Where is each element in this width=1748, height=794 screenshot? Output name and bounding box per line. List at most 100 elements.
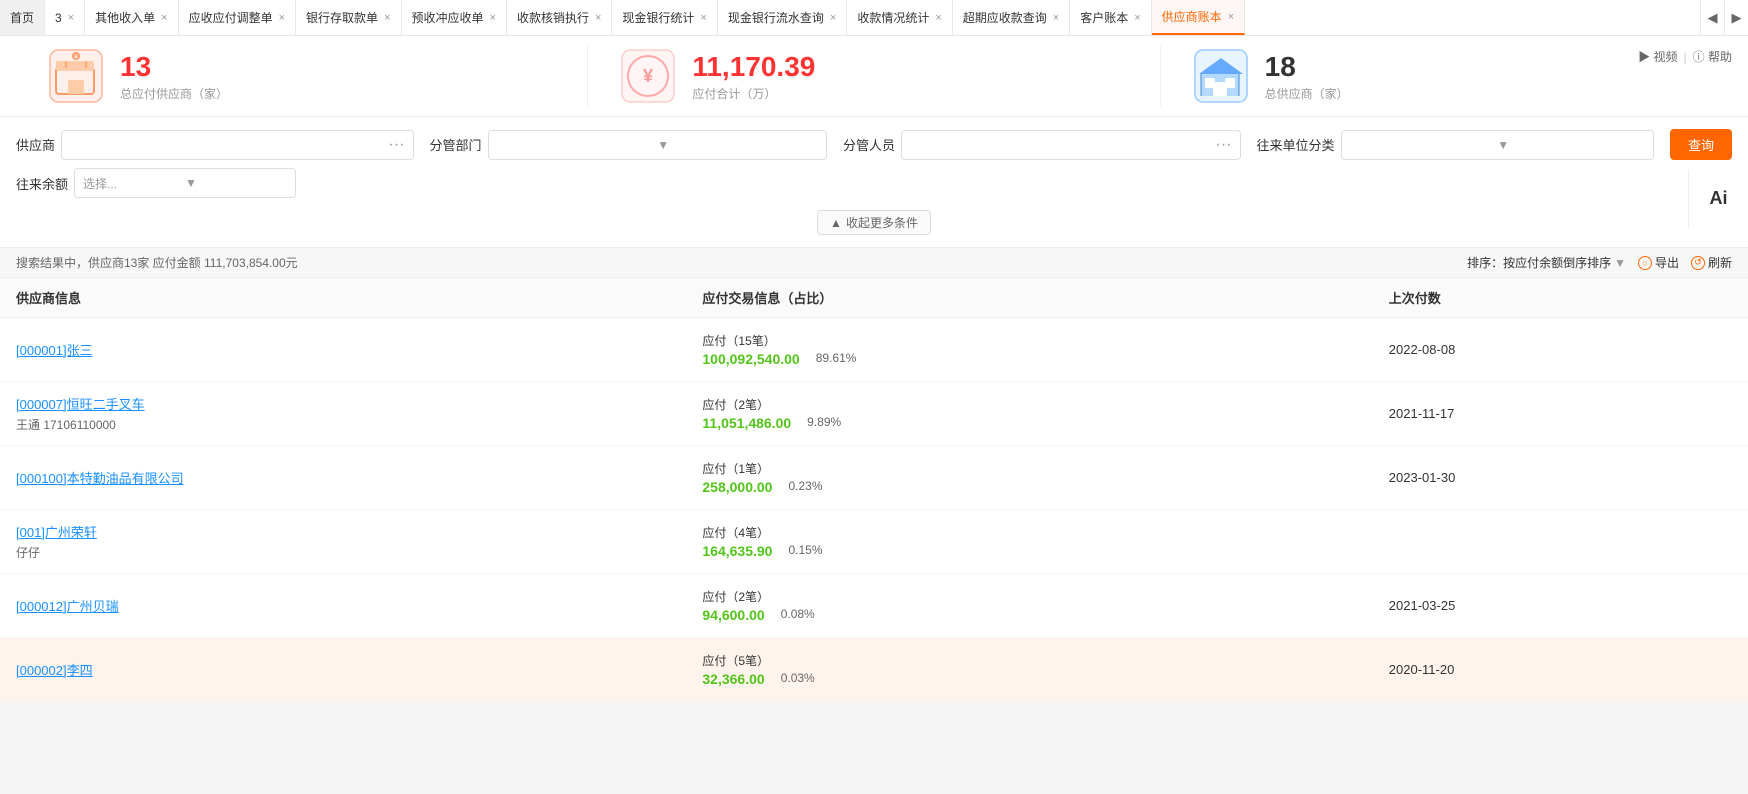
dept-select-wrap[interactable]: ▼ xyxy=(488,130,827,160)
supplier-dots-icon[interactable]: ··· xyxy=(389,136,405,154)
tx-amount-3[interactable]: 164,635.90 xyxy=(702,543,772,559)
refresh-circle-icon: ↺ xyxy=(1691,256,1705,270)
nav-tab-close-supplier-ledger[interactable]: × xyxy=(1228,11,1234,23)
nav-tab-label-ar-ap-adjust: 应收应付调整单 xyxy=(189,9,273,26)
query-button[interactable]: 查询 xyxy=(1670,129,1732,160)
supplier-sub-1: 王通 17106110000 xyxy=(16,416,702,433)
export-label: 导出 xyxy=(1655,254,1679,271)
tx-cell-3: 应付（4笔）164,635.900.15% xyxy=(702,524,1388,559)
nav-tab-other-income[interactable]: 其他收入单× xyxy=(85,0,178,35)
supplier-name-1[interactable]: [000007]恒旺二手叉车 xyxy=(16,394,702,413)
stat1-label: 总应付供应商（家） xyxy=(120,85,228,102)
supplier-name-3[interactable]: [001]广州荣轩 xyxy=(16,522,702,541)
col-last-pay: 上次付数 xyxy=(1389,288,1732,307)
nav-tab-supplier-ledger[interactable]: 供应商账本 × xyxy=(1152,0,1245,35)
nav-tab-close-receipt-stat[interactable]: × xyxy=(935,12,941,24)
collapse-btn[interactable]: ▲ 收起更多条件 xyxy=(817,210,931,235)
svg-text:¥: ¥ xyxy=(643,66,653,86)
nav-tab-cash-flow-query[interactable]: 现金银行流水查询 × xyxy=(718,0,847,35)
refresh-label: 刷新 xyxy=(1708,254,1732,271)
nav-tab-receipt-stat[interactable]: 收款情况统计× xyxy=(847,0,952,35)
person-label: 分管人员 xyxy=(843,135,895,154)
nav-tab-close-cash-flow-query[interactable]: × xyxy=(830,12,836,24)
nav-tab-close-prepay-offset[interactable]: × xyxy=(490,12,496,24)
nav-arrow-left[interactable]: ◀ xyxy=(1700,0,1724,36)
nav-tab-label-cash-flow-query: 现金银行流水查询 xyxy=(728,9,824,26)
stat3-content: 18 总供应商（家） xyxy=(1265,50,1349,103)
nav-tab-cash-bank-stat[interactable]: 现金银行统计× xyxy=(612,0,717,35)
nav-tab-close-cash-bank-stat[interactable]: × xyxy=(700,12,706,24)
ai-label: Ai xyxy=(1710,188,1728,209)
tx-label-0: 应付（15笔） xyxy=(702,332,1388,349)
supplier-icon: ¥ xyxy=(46,46,106,106)
table-area: 供应商信息 应付交易信息（占比） 上次付数 [000001]张三应付（15笔）1… xyxy=(0,278,1748,702)
header-links: ▶ 视频 | ⓘ 帮助 xyxy=(1638,48,1732,65)
nav-tab-customer-ledger[interactable]: 客户账本 × xyxy=(1070,0,1151,35)
top-nav: 首页3×其他收入单×应收应付调整单×银行存取款单×预收冲应收单×收款核销执行×现… xyxy=(0,0,1748,36)
nav-tab-prepay-offset[interactable]: 预收冲应收单× xyxy=(402,0,507,35)
tx-amount-1[interactable]: 11,051,486.00 xyxy=(702,415,791,431)
supplier-cell-3: [001]广州荣轩仔仔 xyxy=(16,522,702,561)
table-row: [000001]张三应付（15笔）100,092,540.0089.61%202… xyxy=(0,318,1748,382)
nav-tab-overdue-ar[interactable]: 超期应收款查询 × xyxy=(953,0,1070,35)
supplier-name-0[interactable]: [000001]张三 xyxy=(16,340,702,359)
category-select-wrap[interactable]: ▼ xyxy=(1341,130,1654,160)
category-arrow-icon: ▼ xyxy=(1497,138,1645,152)
nav-tab-home[interactable]: 首页 xyxy=(0,0,45,35)
supplier-name-5[interactable]: [000002]李四 xyxy=(16,660,702,679)
nav-tab-label-overdue-ar: 超期应收款查询 xyxy=(963,9,1047,26)
nav-tab-close-tab3[interactable]: × xyxy=(68,12,74,24)
nav-tab-ar-ap-adjust[interactable]: 应收应付调整单 × xyxy=(179,0,296,35)
nav-tab-tab3[interactable]: 3× xyxy=(45,0,85,35)
last-pay-cell-4: 2021-03-25 xyxy=(1389,598,1732,613)
nav-arrow-right[interactable]: ▶ xyxy=(1724,0,1748,36)
supplier-name-4[interactable]: [000012]广州贝瑞 xyxy=(16,596,702,615)
table-row: [001]广州荣轩仔仔应付（4笔）164,635.900.15% xyxy=(0,510,1748,574)
tx-amount-4[interactable]: 94,600.00 xyxy=(702,607,764,623)
export-btn[interactable]: ○ 导出 xyxy=(1638,254,1679,271)
nav-tab-bank-deposit[interactable]: 银行存取款单× xyxy=(296,0,401,35)
tx-cell-5: 应付（5笔）32,366.000.03% xyxy=(702,652,1388,687)
nav-tab-close-bank-deposit[interactable]: × xyxy=(384,12,390,24)
person-dots-icon[interactable]: ··· xyxy=(1216,136,1232,154)
header-stats: ¥ 13 总应付供应商（家） ¥ 11,170.39 应付合计（万） xyxy=(0,36,1748,117)
tx-cell-2: 应付（1笔）258,000.000.23% xyxy=(702,460,1388,495)
sort-selector[interactable]: 排序：按应付余额倒序排序 ▼ xyxy=(1467,254,1626,271)
payment-icon: ¥ xyxy=(618,46,678,106)
nav-tab-close-customer-ledger[interactable]: × xyxy=(1134,12,1140,24)
nav-tab-close-receipt-exec[interactable]: × xyxy=(595,12,601,24)
supplier-input[interactable] xyxy=(70,138,389,152)
video-link[interactable]: ▶ 视频 xyxy=(1638,48,1677,65)
person-field: 分管人员 ··· xyxy=(843,130,1241,160)
tx-amount-2[interactable]: 258,000.00 xyxy=(702,479,772,495)
ai-btn[interactable]: Ai xyxy=(1710,180,1728,217)
supplier-cell-4: [000012]广州贝瑞 xyxy=(16,596,702,615)
refresh-btn[interactable]: ↺ 刷新 xyxy=(1691,254,1732,271)
stat1-number: 13 xyxy=(120,50,228,84)
svg-text:¥: ¥ xyxy=(74,54,78,61)
nav-tab-close-ar-ap-adjust[interactable]: × xyxy=(279,12,285,24)
last-pay-date-4: 2021-03-25 xyxy=(1389,598,1456,613)
help-link[interactable]: ⓘ 帮助 xyxy=(1693,48,1732,65)
nav-tab-label-tab3: 3 xyxy=(55,11,62,25)
table-row: [000012]广州贝瑞应付（2笔）94,600.000.08%2021-03-… xyxy=(0,574,1748,638)
nav-tab-close-other-income[interactable]: × xyxy=(161,12,167,24)
tx-label-5: 应付（5笔） xyxy=(702,652,1388,669)
nav-tab-close-overdue-ar[interactable]: × xyxy=(1053,12,1059,24)
tx-label-1: 应付（2笔） xyxy=(702,396,1388,413)
nav-tab-label-customer-ledger: 客户账本 xyxy=(1080,9,1128,26)
supplier-input-wrap[interactable]: ··· xyxy=(61,130,413,160)
supplier-label: 供应商 xyxy=(16,135,55,154)
person-input[interactable] xyxy=(910,138,1216,152)
tx-amount-5[interactable]: 32,366.00 xyxy=(702,671,764,687)
nav-tab-receipt-exec[interactable]: 收款核销执行× xyxy=(507,0,612,35)
supplier-name-2[interactable]: [000100]本特勤油品有限公司 xyxy=(16,468,702,487)
person-input-wrap[interactable]: ··· xyxy=(901,130,1240,160)
stat1-content: 13 总应付供应商（家） xyxy=(120,50,228,103)
tx-amount-row-2: 258,000.000.23% xyxy=(702,477,1388,495)
balance-select-wrap[interactable]: 选择... ▼ xyxy=(74,168,296,198)
tx-amount-0[interactable]: 100,092,540.00 xyxy=(702,351,799,367)
nav-tab-label-supplier-ledger: 供应商账本 xyxy=(1162,8,1222,25)
balance-placeholder: 选择... xyxy=(83,175,185,192)
tx-cell-0: 应付（15笔）100,092,540.0089.61% xyxy=(702,332,1388,367)
